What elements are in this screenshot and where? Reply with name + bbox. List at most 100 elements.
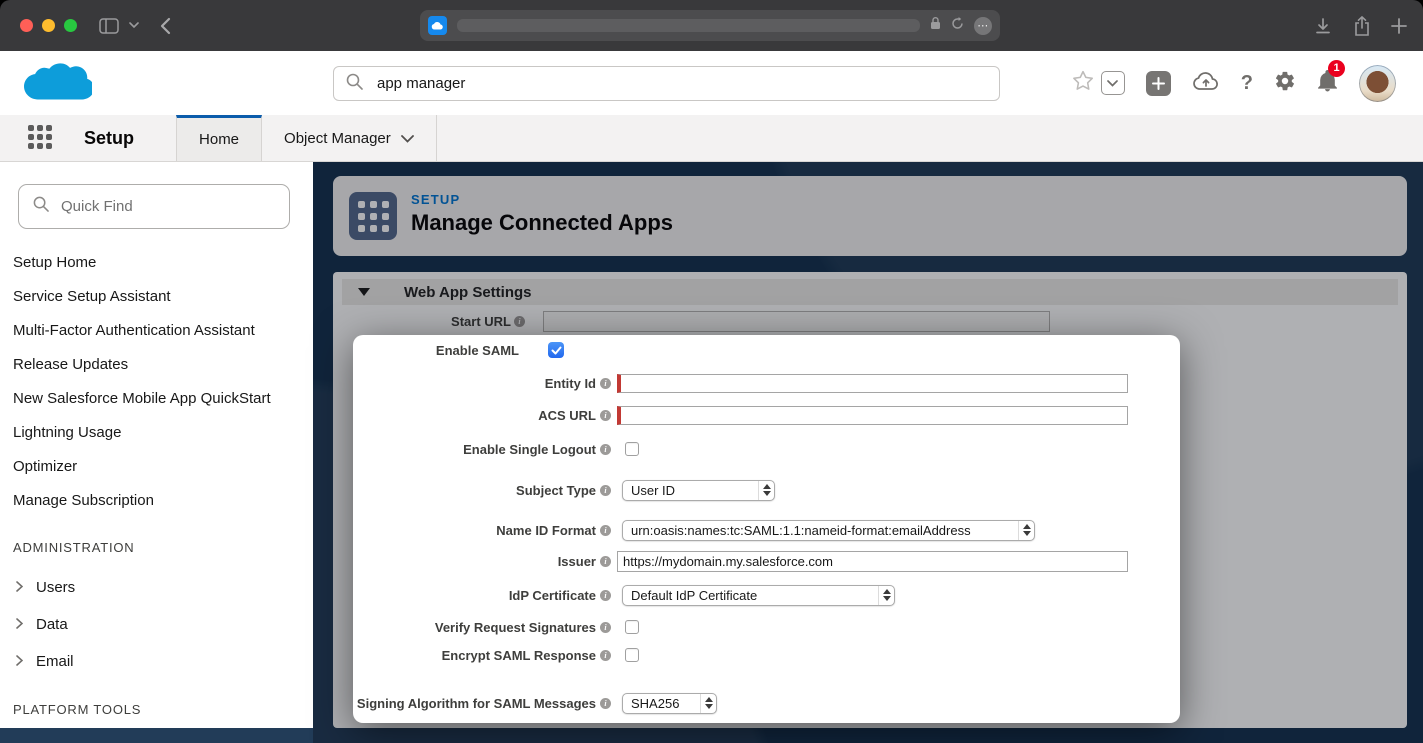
issuer-label: Issuer xyxy=(557,553,596,569)
idp-certificate-select[interactable]: Default IdP Certificate xyxy=(622,584,895,606)
zoom-window-button[interactable] xyxy=(64,19,77,32)
sidebar-item-setup-home[interactable]: Setup Home xyxy=(0,246,313,280)
sidebar-item-service-setup-assistant[interactable]: Service Setup Assistant xyxy=(0,280,313,314)
reload-icon[interactable] xyxy=(951,16,964,35)
notification-bell-icon[interactable] xyxy=(1317,70,1338,96)
sidebar-item-email[interactable]: Email xyxy=(0,643,313,680)
info-icon[interactable]: i xyxy=(600,409,611,421)
global-search-input[interactable] xyxy=(377,75,987,92)
acs-url-row: ACS URL i xyxy=(353,404,1180,426)
tab-object-manager[interactable]: Object Manager xyxy=(262,115,437,161)
sidebar-item-mobile-quickstart[interactable]: New Salesforce Mobile App QuickStart xyxy=(0,382,313,416)
enable-saml-label: Enable SAML xyxy=(435,342,519,358)
idp-certificate-value: Default IdP Certificate xyxy=(631,587,758,603)
chevron-down-icon xyxy=(400,130,414,147)
info-icon[interactable]: i xyxy=(600,443,611,455)
setup-sidebar: Setup Home Service Setup Assistant Multi… xyxy=(0,162,313,728)
subject-type-value: User ID xyxy=(631,482,676,498)
salesforce-favicon-icon xyxy=(428,16,447,35)
enable-single-logout-checkbox[interactable] xyxy=(625,442,639,456)
global-header: ? 1 xyxy=(0,51,1423,115)
sidebar-item-release-updates[interactable]: Release Updates xyxy=(0,348,313,382)
search-icon xyxy=(33,196,49,217)
tab-object-manager-label: Object Manager xyxy=(284,129,391,147)
info-icon[interactable]: i xyxy=(600,649,611,661)
share-icon[interactable] xyxy=(1352,0,1372,51)
setup-content-area: Setup Home Service Setup Assistant Multi… xyxy=(0,162,1423,743)
signing-algorithm-select[interactable]: SHA256 xyxy=(622,692,717,714)
sidebar-item-optimizer[interactable]: Optimizer xyxy=(0,450,313,484)
sidebar-item-users-label: Users xyxy=(36,579,76,596)
address-bar[interactable]: ⋯ xyxy=(420,10,1000,41)
info-icon[interactable]: i xyxy=(600,555,611,567)
signing-algorithm-label: Signing Algorithm for SAML Messages xyxy=(356,695,596,711)
issuer-input[interactable] xyxy=(617,550,1128,572)
idp-certificate-label: IdP Certificate xyxy=(508,587,596,603)
name-id-format-value: urn:oasis:names:tc:SAML:1.1:nameid-forma… xyxy=(631,522,971,538)
notifications-control: 1 xyxy=(1317,60,1345,97)
global-search[interactable] xyxy=(333,66,1000,101)
favorites-control xyxy=(1072,70,1125,96)
entity-id-label: Entity Id xyxy=(544,375,596,391)
name-id-format-label: Name ID Format xyxy=(496,522,596,538)
sidebar-item-mfa-assistant[interactable]: Multi-Factor Authentication Assistant xyxy=(0,314,313,348)
saml-settings-panel: Enable SAML Entity Id i ACS URL i Enable S… xyxy=(353,335,1180,723)
verify-request-signatures-row: Verify Request Signatures i xyxy=(353,616,1180,638)
downloads-icon[interactable] xyxy=(1312,0,1334,51)
acs-url-input[interactable] xyxy=(617,405,1128,425)
help-icon[interactable]: ? xyxy=(1241,72,1253,95)
subject-type-label: Subject Type xyxy=(516,482,596,498)
verify-request-signatures-label: Verify Request Signatures xyxy=(434,619,596,635)
quick-create-icon[interactable] xyxy=(1145,70,1171,96)
encrypt-saml-response-checkbox[interactable] xyxy=(625,648,639,662)
minimize-window-button[interactable] xyxy=(42,19,55,32)
sidebar-chevron-down-icon[interactable] xyxy=(127,0,141,51)
enable-single-logout-label: Enable Single Logout xyxy=(463,441,596,457)
new-tab-icon[interactable] xyxy=(1389,0,1409,51)
info-icon[interactable]: i xyxy=(600,589,611,601)
enable-saml-checkbox[interactable] xyxy=(548,342,564,358)
app-launcher-icon[interactable] xyxy=(28,125,54,151)
tab-home[interactable]: Home xyxy=(176,115,263,161)
sidebar-item-manage-subscription[interactable]: Manage Subscription xyxy=(0,484,313,518)
chevron-right-icon xyxy=(16,579,24,596)
sidebar-section-platform-tools: PLATFORM TOOLS xyxy=(13,702,142,717)
encrypt-saml-response-label: Encrypt SAML Response xyxy=(441,647,596,663)
search-icon xyxy=(346,73,363,95)
sidebar-item-lightning-usage[interactable]: Lightning Usage xyxy=(0,416,313,450)
info-icon[interactable]: i xyxy=(600,524,611,536)
sidebar-item-data[interactable]: Data xyxy=(0,606,313,643)
info-icon[interactable]: i xyxy=(600,621,611,633)
setup-gear-icon[interactable] xyxy=(1274,70,1296,97)
quick-find-box[interactable] xyxy=(18,184,290,229)
subject-type-select[interactable]: User ID xyxy=(622,479,775,501)
verify-request-signatures-checkbox[interactable] xyxy=(625,620,639,634)
user-avatar[interactable] xyxy=(1359,64,1396,102)
favorites-dropdown-icon[interactable] xyxy=(1100,71,1125,95)
signing-algorithm-row: Signing Algorithm for SAML Messages i SHA… xyxy=(353,692,1180,714)
favorite-star-icon[interactable] xyxy=(1072,70,1094,96)
url-redacted-text xyxy=(457,19,920,32)
sidebar-item-email-label: Email xyxy=(36,653,74,670)
page-more-icon[interactable]: ⋯ xyxy=(974,16,992,35)
encrypt-saml-response-row: Encrypt SAML Response i xyxy=(353,644,1180,666)
org-cloud-icon[interactable] xyxy=(1192,71,1220,96)
info-icon[interactable]: i xyxy=(600,697,611,709)
quick-find-input[interactable] xyxy=(61,198,275,215)
close-window-button[interactable] xyxy=(20,19,33,32)
salesforce-logo[interactable] xyxy=(22,59,95,112)
enable-saml-row: Enable SAML xyxy=(353,339,1180,361)
select-stepper-icon xyxy=(700,693,713,713)
info-icon[interactable]: i xyxy=(600,377,611,389)
sidebar-item-users[interactable]: Users xyxy=(0,569,313,606)
notification-count-badge: 1 xyxy=(1328,60,1345,77)
tab-home-label: Home xyxy=(199,131,240,148)
select-stepper-icon xyxy=(758,480,771,500)
sidebar-toggle-icon[interactable] xyxy=(97,0,121,51)
browser-titlebar: ⋯ xyxy=(0,0,1423,51)
entity-id-input[interactable] xyxy=(617,373,1128,393)
name-id-format-select[interactable]: urn:oasis:names:tc:SAML:1.1:nameid-forma… xyxy=(622,519,1035,541)
subject-type-row: Subject Type i User ID xyxy=(353,479,1180,501)
back-button-icon[interactable] xyxy=(156,0,174,51)
info-icon[interactable]: i xyxy=(600,484,611,496)
